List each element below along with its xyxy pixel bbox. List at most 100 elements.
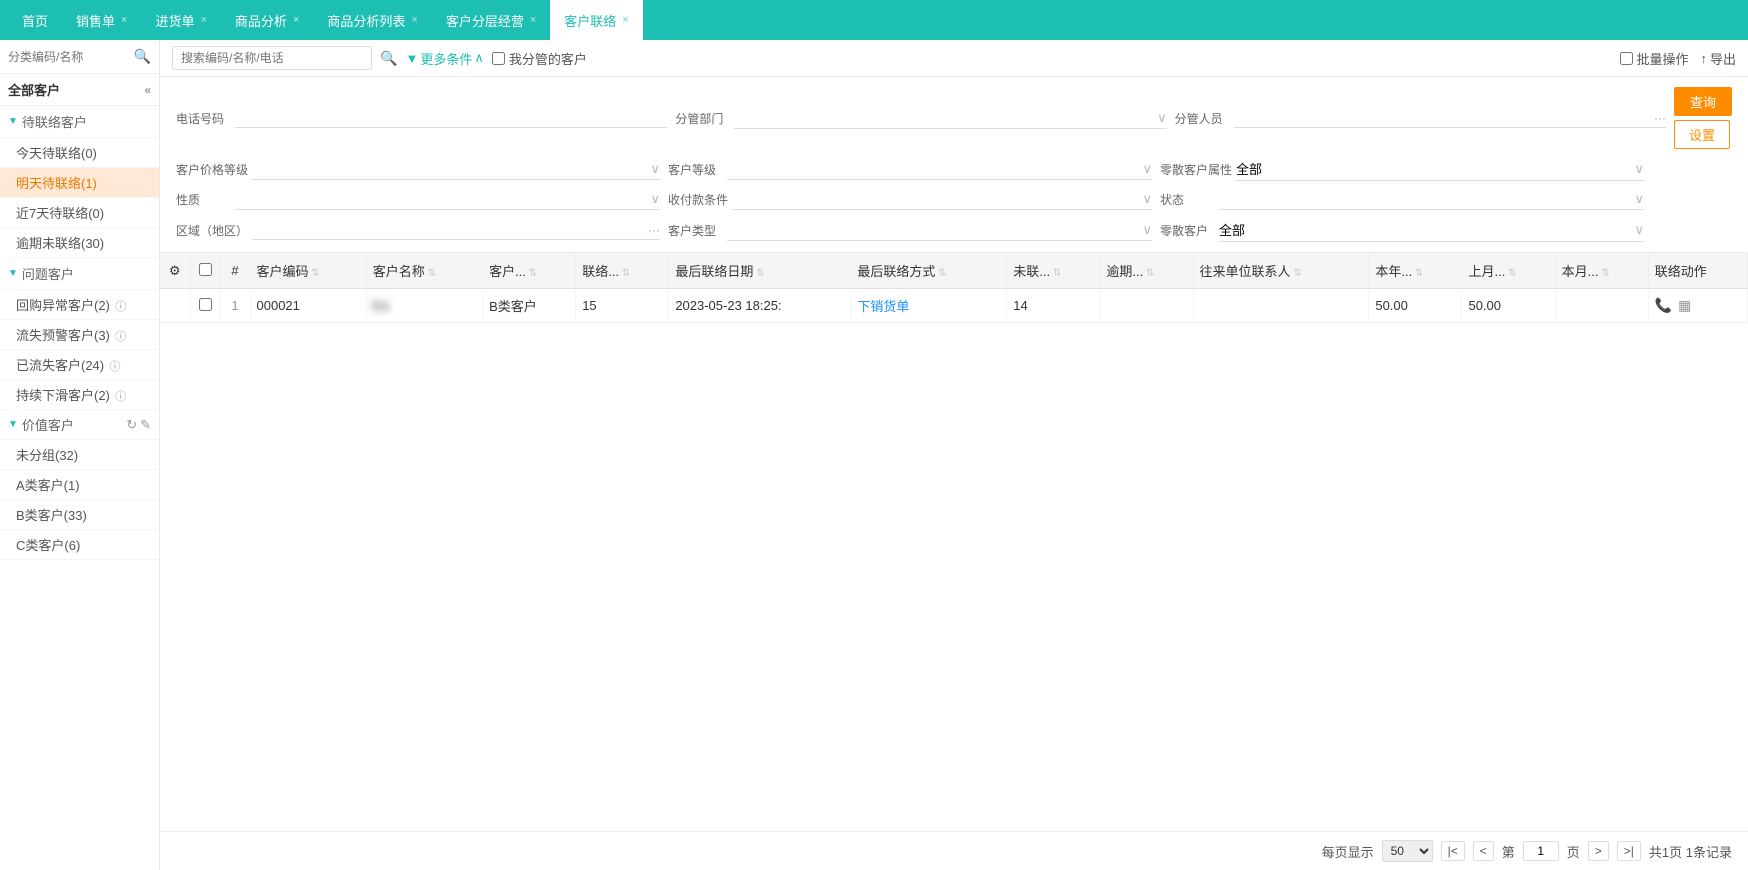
sidebar-item-churn-warning[interactable]: 流失预警客户(3) ⓘ (0, 320, 159, 350)
cust-value-select[interactable]: ∨ (252, 159, 660, 180)
nav-home[interactable]: 首页 (8, 0, 62, 40)
value-customers-group[interactable]: ▼ 价值客户 ↻ ✎ (0, 410, 159, 440)
th-last-month[interactable]: 上月... (1462, 253, 1555, 289)
th-gear[interactable]: ⚙ (160, 253, 190, 289)
sidebar-item-b-customers[interactable]: B类客户(33) (0, 500, 159, 530)
close-icon[interactable]: × (293, 14, 299, 26)
close-icon[interactable]: × (121, 14, 127, 26)
area-select[interactable]: ··· (252, 221, 660, 240)
phone-input[interactable] (235, 109, 667, 128)
sidebar-item-overdue-contact[interactable]: 逾期未联络(30) (0, 228, 159, 258)
retail-attr-select[interactable]: 全部 ∨ (1236, 157, 1644, 181)
sidebar-item-ungrouped[interactable]: 未分组(32) (0, 440, 159, 470)
close-icon[interactable]: × (200, 14, 206, 26)
search-icon[interactable]: 🔍 (380, 50, 397, 67)
dots-icon[interactable]: ··· (1654, 111, 1666, 125)
row-select-checkbox[interactable] (199, 298, 212, 311)
th-cust-name[interactable]: 客户名称 (366, 253, 482, 289)
th-uncontacted[interactable]: 未联... (1007, 253, 1100, 289)
payment-select[interactable]: ∨ (732, 189, 1152, 210)
my-customers-checkbox[interactable]: 我分管的客户 (492, 49, 587, 68)
retail-cust-filter: 零散客户 全部 ∨ (1160, 218, 1644, 242)
sidebar-item-today-contact[interactable]: 今天待联络(0) (0, 138, 159, 168)
export-btn[interactable]: ↑ 导出 (1700, 49, 1736, 68)
status-select[interactable]: ∨ (1219, 189, 1644, 210)
action-phone-icon[interactable]: 📞 (1655, 297, 1672, 314)
close-icon[interactable]: × (530, 14, 536, 26)
th-this-year[interactable]: 本年... (1369, 253, 1462, 289)
sidebar-item-repurchase-anomaly[interactable]: 回购异常客户(2) ⓘ (0, 290, 159, 320)
nav-sales-order[interactable]: 销售单 × (62, 0, 141, 40)
refresh-icon[interactable]: ↻ (126, 417, 137, 433)
phone-filter: 电话号码 (176, 109, 667, 128)
th-checkbox[interactable] (190, 253, 220, 289)
close-icon[interactable]: × (622, 14, 628, 26)
cust-type-select[interactable]: ∨ (727, 220, 1152, 241)
chevron-down-icon: ∨ (650, 191, 660, 207)
retail-attr-label: 零散客户属性 (1160, 161, 1232, 178)
th-cust-code[interactable]: 客户编码 (250, 253, 366, 289)
th-contacts[interactable]: 联络... (576, 253, 669, 289)
sidebar-search-icon[interactable]: 🔍 (134, 48, 151, 65)
sidebar-item-churned[interactable]: 已流失客户(24) ⓘ (0, 350, 159, 380)
dept-label: 分管部门 (675, 110, 730, 127)
chevron-down-icon: ∨ (1142, 191, 1152, 207)
th-last-contact-date[interactable]: 最后联络日期 (669, 253, 851, 289)
row-checkbox[interactable] (190, 289, 220, 323)
search-input[interactable] (172, 46, 372, 70)
last-page-btn[interactable]: >| (1617, 841, 1641, 861)
sidebar-search-input[interactable] (8, 50, 130, 64)
nav-product-analysis[interactable]: 商品分析 × (221, 0, 313, 40)
batch-op-checkbox[interactable] (1620, 52, 1633, 65)
settings-button[interactable]: 设置 (1674, 120, 1730, 149)
close-icon[interactable]: × (411, 14, 417, 26)
info-icon: ⓘ (109, 361, 120, 373)
edit-icon[interactable]: ✎ (140, 417, 151, 433)
filter-icon: ▼ (405, 51, 418, 66)
dept-select[interactable]: ∨ (734, 108, 1166, 129)
page-input[interactable] (1523, 841, 1559, 861)
nav-customer-tier[interactable]: 客户分层经营 × (432, 0, 550, 40)
nav-product-analysis-list[interactable]: 商品分析列表 × (313, 0, 431, 40)
th-this-month[interactable]: 本月... (1555, 253, 1648, 289)
nav-customer-contact[interactable]: 客户联络 × (550, 0, 642, 40)
next-page-btn[interactable]: > (1588, 841, 1609, 861)
action-grid-icon[interactable]: ▦ (1678, 297, 1691, 314)
collapse-icon[interactable]: « (144, 83, 151, 97)
batch-op-btn[interactable]: 批量操作 (1620, 49, 1688, 68)
phone-label: 电话号码 (176, 110, 231, 127)
th-last-contact-method[interactable]: 最后联络方式 (851, 253, 1007, 289)
page-label-2: 页 (1567, 842, 1580, 861)
sidebar-item-7day-contact[interactable]: 近7天待联络(0) (0, 198, 159, 228)
row-gear (160, 289, 190, 323)
th-overdue[interactable]: 逾期... (1100, 253, 1193, 289)
dots-icon[interactable]: ··· (648, 223, 660, 237)
sidebar-item-declining[interactable]: 持续下滑客户(2) ⓘ (0, 380, 159, 410)
advanced-filter-panel: 电话号码 分管部门 ∨ 分管人员 ··· 查询 设置 (160, 77, 1748, 253)
nature-select[interactable]: ∨ (235, 189, 660, 210)
status-filter: 状态 ∨ (1160, 189, 1644, 210)
row-last-contact-method[interactable]: 下销货单 (851, 289, 1007, 323)
sidebar-item-a-customers[interactable]: A类客户(1) (0, 470, 159, 500)
more-conditions-btn[interactable]: ▼ 更多条件 ∧ (405, 49, 483, 68)
first-page-btn[interactable]: |< (1441, 841, 1465, 861)
problem-customers-group: ▼ 问题客户 (0, 258, 159, 290)
cust-level-select[interactable]: ∨ (727, 159, 1152, 180)
query-button[interactable]: 查询 (1674, 87, 1732, 116)
th-unit-contact[interactable]: 往来单位联系人 (1193, 253, 1369, 289)
sidebar-item-tomorrow-contact[interactable]: 明天待联络(1) (0, 168, 159, 198)
nav-purchase-order[interactable]: 进货单 × (141, 0, 220, 40)
retail-cust-select[interactable]: 全部 ∨ (1219, 218, 1644, 242)
page-label: 第 (1502, 842, 1515, 861)
row-this-year: 50.00 (1369, 289, 1462, 323)
cust-value-label: 客户价格等级 (176, 161, 248, 178)
th-cust-type[interactable]: 客户... (483, 253, 576, 289)
page-size-select[interactable]: 50 100 (1382, 840, 1433, 862)
prev-page-btn[interactable]: < (1473, 841, 1494, 861)
sidebar-search-bar: 🔍 (0, 40, 159, 74)
person-select[interactable]: ··· (1234, 109, 1666, 128)
contact-method-link[interactable]: 下销货单 (857, 299, 909, 314)
my-customers-checkbox-input[interactable] (492, 52, 505, 65)
select-all-checkbox[interactable] (199, 263, 212, 276)
sidebar-item-c-customers[interactable]: C类客户(6) (0, 530, 159, 560)
